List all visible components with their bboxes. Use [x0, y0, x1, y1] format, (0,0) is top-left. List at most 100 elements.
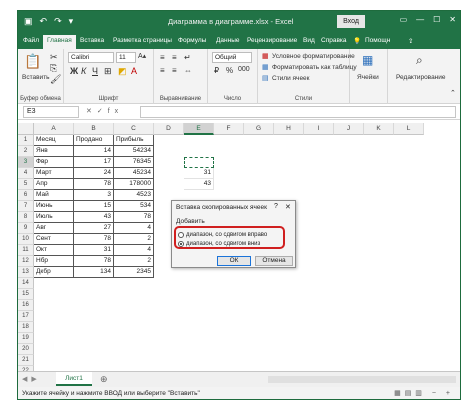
cell-c2[interactable]: 54234 [114, 146, 154, 157]
cell-b12[interactable]: 78 [74, 256, 114, 267]
formula-input[interactable] [140, 106, 456, 118]
conditional-formatting-button[interactable]: Условное форматирование [272, 53, 355, 60]
view-icons[interactable]: ▦▤▥ − + [394, 389, 454, 397]
align-center-icon[interactable]: ≡ [172, 66, 177, 75]
cell-a2[interactable]: Янв [34, 146, 74, 157]
column-header-l[interactable]: L [394, 123, 424, 135]
horizontal-scrollbar[interactable] [268, 376, 456, 383]
minimize-icon[interactable]: — [416, 15, 424, 24]
font-grow-icon[interactable]: A▴ [138, 52, 146, 60]
row-header-18[interactable]: 18 [18, 322, 34, 333]
column-header-e[interactable]: E [184, 123, 214, 135]
cell-e4[interactable]: 31 [184, 168, 214, 179]
cell-a6[interactable]: Май [34, 190, 74, 201]
tab-page-layout[interactable]: Разметка страницы [113, 37, 172, 44]
row-header-6[interactable]: 6 [18, 190, 34, 201]
cell-b4[interactable]: 24 [74, 168, 114, 179]
paste-button[interactable]: Вставить [22, 74, 50, 81]
tab-view[interactable]: Вид [303, 37, 315, 44]
bold-icon[interactable]: Ж [70, 66, 78, 76]
row-header-9[interactable]: 9 [18, 223, 34, 234]
row-header-7[interactable]: 7 [18, 201, 34, 212]
cell-c1[interactable]: Прибыль [114, 135, 154, 146]
row-header-14[interactable]: 14 [18, 278, 34, 289]
column-header-i[interactable]: I [304, 123, 334, 135]
copy-icon[interactable]: ⎘ [50, 63, 57, 74]
save-icon[interactable]: ▣ [24, 16, 33, 27]
column-header-c[interactable]: C [114, 123, 154, 135]
radio-shift-down[interactable] [178, 240, 184, 247]
dialog-close-icon[interactable]: ✕ [285, 203, 291, 211]
align-top-icon[interactable]: ≡ [160, 53, 165, 62]
tab-file[interactable]: Файл [23, 37, 39, 44]
cell-b13[interactable]: 134 [74, 267, 114, 278]
font-size-select[interactable]: 11 [116, 52, 136, 63]
column-header-g[interactable]: G [244, 123, 274, 135]
cell-c3[interactable]: 76345 [114, 157, 154, 168]
cell-c8[interactable]: 78 [114, 212, 154, 223]
maximize-icon[interactable]: ☐ [433, 15, 440, 24]
redo-icon[interactable]: ↷ [54, 16, 62, 27]
thousands-icon[interactable]: 000 [238, 66, 250, 73]
cell-b8[interactable]: 43 [74, 212, 114, 223]
ok-button[interactable]: ОК [217, 256, 251, 266]
tab-insert[interactable]: Вставка [80, 37, 104, 44]
row-header-15[interactable]: 15 [18, 289, 34, 300]
collapse-ribbon-icon[interactable]: ⌃ [450, 89, 456, 97]
row-header-11[interactable]: 11 [18, 245, 34, 256]
cell-a5[interactable]: Апр [34, 179, 74, 190]
fill-color-icon[interactable]: ◩ [118, 66, 127, 77]
cell-c10[interactable]: 2 [114, 234, 154, 245]
row-header-20[interactable]: 20 [18, 344, 34, 355]
sheet-nav-icons[interactable]: ◀▶ [22, 375, 41, 383]
cell-b1[interactable]: Продано [74, 135, 114, 146]
cell-a10[interactable]: Сент [34, 234, 74, 245]
cell-a4[interactable]: Март [34, 168, 74, 179]
cell-b9[interactable]: 27 [74, 223, 114, 234]
cell-c6[interactable]: 4523 [114, 190, 154, 201]
option-shift-right[interactable]: диапазон, со сдвигом вправо [178, 230, 267, 239]
cell-a12[interactable]: Нбр [34, 256, 74, 267]
cells-button[interactable]: Ячейки [357, 74, 379, 81]
cell-a11[interactable]: Окт [34, 245, 74, 256]
row-header-4[interactable]: 4 [18, 168, 34, 179]
borders-icon[interactable]: ⊞ [104, 66, 112, 77]
column-header-h[interactable]: H [274, 123, 304, 135]
sign-in-button[interactable]: Вход [337, 15, 365, 28]
row-header-12[interactable]: 12 [18, 256, 34, 267]
row-header-16[interactable]: 16 [18, 300, 34, 311]
cell-b3[interactable]: 17 [74, 157, 114, 168]
cell-b5[interactable]: 78 [74, 179, 114, 190]
radio-shift-right[interactable] [178, 231, 184, 238]
cells-icon[interactable]: ▦ [362, 53, 373, 67]
help-icon[interactable]: ? [274, 203, 278, 210]
cell-styles-button[interactable]: Стили ячеек [272, 75, 310, 82]
align-middle-icon[interactable]: ≡ [172, 53, 177, 62]
share-icon[interactable]: ⇪ [408, 37, 413, 45]
close-icon[interactable]: ✕ [449, 15, 456, 24]
cell-c11[interactable]: 4 [114, 245, 154, 256]
column-header-d[interactable]: D [154, 123, 184, 135]
format-as-table-button[interactable]: Форматировать как таблицу [272, 64, 357, 71]
cancel-button[interactable]: Отмена [255, 256, 293, 266]
cut-icon[interactable]: ✂ [50, 52, 58, 63]
column-header-b[interactable]: B [74, 123, 114, 135]
cell-b2[interactable]: 14 [74, 146, 114, 157]
currency-icon[interactable]: ₽ [214, 66, 219, 75]
cell-c7[interactable]: 534 [114, 201, 154, 212]
font-name-select[interactable]: Calibri [68, 52, 114, 63]
column-header-f[interactable]: F [214, 123, 244, 135]
underline-icon[interactable]: Ч [92, 66, 98, 76]
cell-b7[interactable]: 15 [74, 201, 114, 212]
editing-button[interactable]: Редактирование [396, 74, 446, 81]
cell-a9[interactable]: Авг [34, 223, 74, 234]
row-header-10[interactable]: 10 [18, 234, 34, 245]
sheet-tab-list1[interactable]: Лист1 [56, 372, 92, 386]
row-header-1[interactable]: 1 [18, 135, 34, 146]
option-shift-down[interactable]: диапазон, со сдвигом вниз [178, 239, 260, 248]
add-sheet-icon[interactable]: ⊕ [100, 374, 108, 385]
cell-c4[interactable]: 45234 [114, 168, 154, 179]
undo-icon[interactable]: ↶ [40, 16, 48, 27]
tab-data[interactable]: Данные [216, 37, 239, 44]
number-format-select[interactable]: Общий [212, 52, 252, 63]
